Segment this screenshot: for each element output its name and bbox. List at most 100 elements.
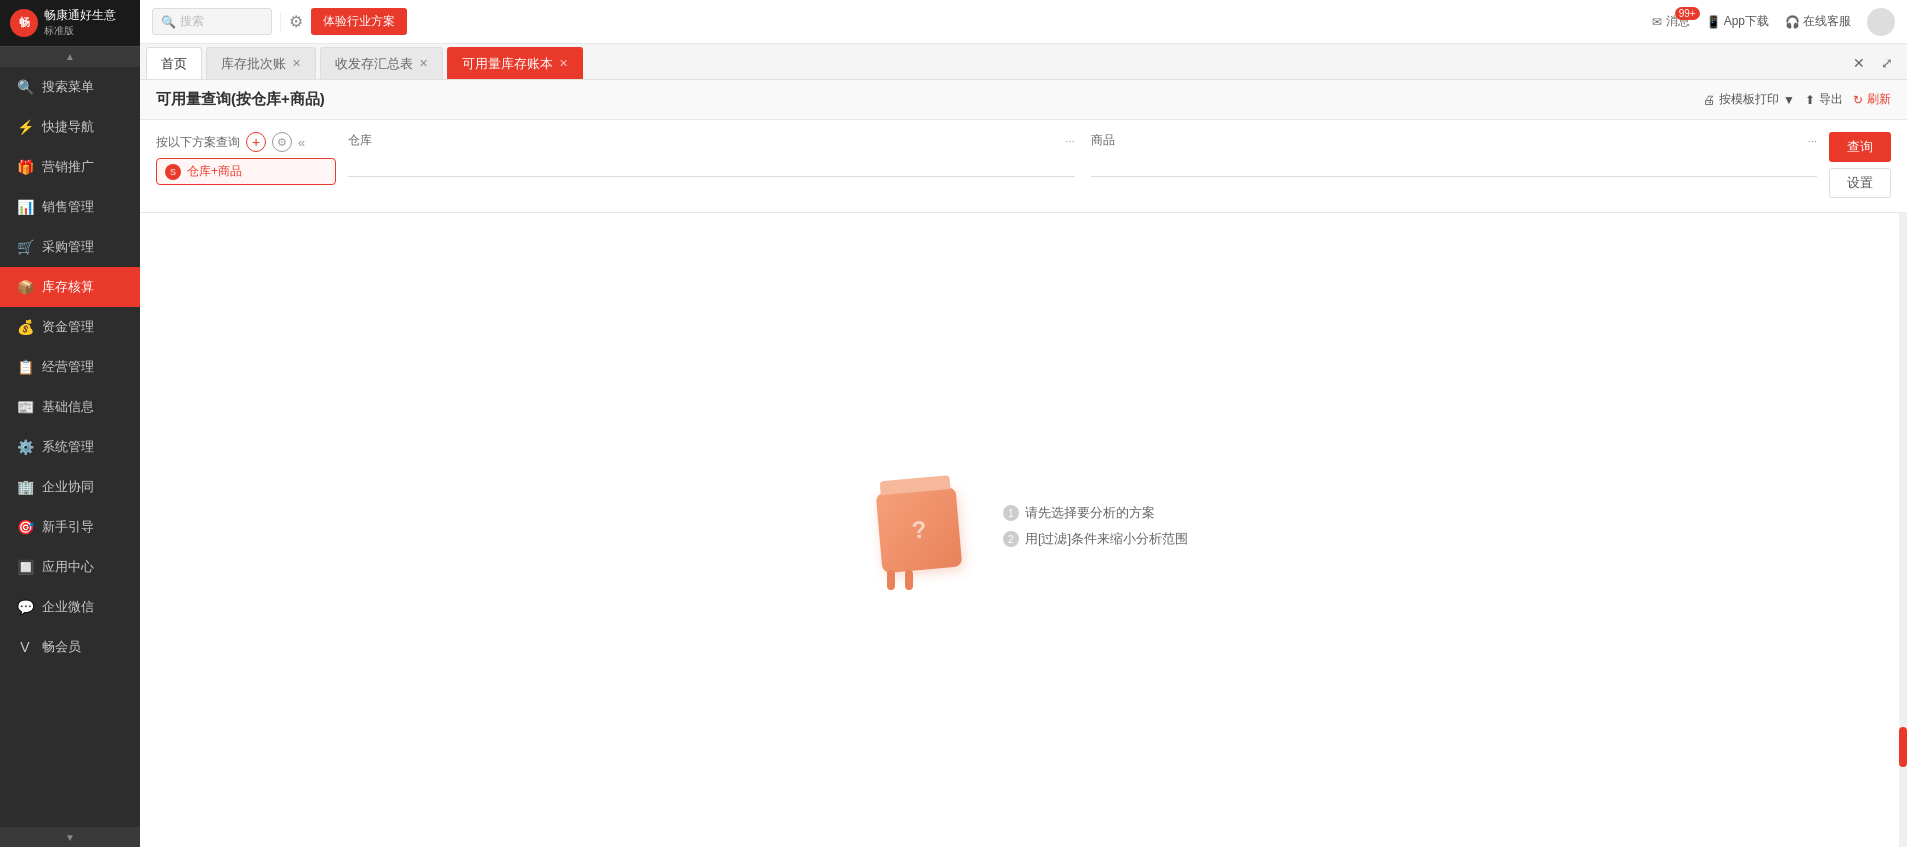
export-btn[interactable]: ⬆ 导出 <box>1805 91 1843 108</box>
topbar: 🔍 搜索 ⚙ 体验行业方案 ✉ 消息 99+ 📱 App下载 🎧 在线客服 <box>140 0 1907 44</box>
tab-available-ledger[interactable]: 可用量库存账本✕ <box>447 47 583 79</box>
sidebar-item-label: 营销推广 <box>42 158 94 176</box>
enterprise-icon: 🏢 <box>16 478 34 496</box>
sidebar-item-marketing-promo[interactable]: 🎁 营销推广 <box>0 147 140 187</box>
tab-close-icon[interactable]: ✕ <box>419 57 428 70</box>
sidebar-item-sales[interactable]: 📊 销售管理 <box>0 187 140 227</box>
scheme-settings-btn[interactable]: ⚙ <box>272 132 292 152</box>
filter-section-text: 按以下方案查询 <box>156 134 240 151</box>
tab-batch-account[interactable]: 库存批次账 ✕ <box>206 47 316 79</box>
operations-icon: 📋 <box>16 358 34 376</box>
filter-settings-btn[interactable]: 设置 <box>1829 168 1891 198</box>
search-placeholder: 搜索 <box>180 13 204 30</box>
step1-text: 请先选择要分析的方案 <box>1025 504 1155 522</box>
sidebar-item-label: 企业微信 <box>42 598 94 616</box>
scheme-label: 仓库+商品 <box>187 163 242 180</box>
filter-area: 按以下方案查询 + ⚙ « S 仓库+商品 仓库 ··· 商品 <box>140 120 1907 213</box>
tab-label: 首页 <box>161 55 187 73</box>
phone-icon: 📱 <box>1706 15 1721 29</box>
sidebar-item-purchase[interactable]: 🛒 采购管理 <box>0 227 140 267</box>
close-tab-icon[interactable]: ✕ <box>1847 51 1871 75</box>
leg-left <box>887 570 895 590</box>
filter-fields: 仓库 ··· 商品 ··· <box>348 132 1817 177</box>
sidebar-item-finance[interactable]: 💰 资金管理 <box>0 307 140 347</box>
message-btn[interactable]: ✉ 消息 99+ <box>1652 13 1690 30</box>
gear-icon[interactable]: ⚙ <box>289 12 303 31</box>
sidebar-item-operations[interactable]: 📋 经营管理 <box>0 347 140 387</box>
brand-version: 标准版 <box>44 24 116 38</box>
tab-receive-summary[interactable]: 收发存汇总表 ✕ <box>320 47 443 79</box>
print-icon: 🖨 <box>1703 93 1715 107</box>
sidebar-item-label: 资金管理 <box>42 318 94 336</box>
app-download-btn[interactable]: 📱 App下载 <box>1706 13 1769 30</box>
industry-btn[interactable]: 体验行业方案 <box>311 8 407 35</box>
sidebar-item-shortcut[interactable]: ⚡ 快捷导航 <box>0 107 140 147</box>
goods-field: 商品 ··· <box>1091 132 1818 177</box>
user-avatar[interactable] <box>1867 8 1895 36</box>
app-download-label: App下载 <box>1724 13 1769 30</box>
sidebar-header: 畅 畅康通好生意 标准版 <box>0 0 140 47</box>
sidebar-item-label: 搜索菜单 <box>42 78 94 96</box>
page-header-actions: 🖨 按模板打印 ▼ ⬆ 导出 ↻ 刷新 <box>1703 91 1891 108</box>
print-btn[interactable]: 🖨 按模板打印 ▼ <box>1703 91 1795 108</box>
sidebar-item-enterprise[interactable]: 🏢 企业协同 <box>0 467 140 507</box>
sidebar-item-wechat[interactable]: 💬 企业微信 <box>0 587 140 627</box>
scheme-item[interactable]: S 仓库+商品 <box>156 158 336 185</box>
filter-schemes: 按以下方案查询 + ⚙ « S 仓库+商品 <box>156 132 336 185</box>
empty-text: 1 请先选择要分析的方案 2 用[过滤]条件来缩小分析范围 <box>1003 504 1188 556</box>
sidebar-item-app-center[interactable]: 🔲 应用中心 <box>0 547 140 587</box>
step2-num: 2 <box>1003 531 1019 547</box>
sidebar-item-label: 基础信息 <box>42 398 94 416</box>
tab-close-icon[interactable]: ✕ <box>559 57 568 70</box>
search-icon: 🔍 <box>16 78 34 96</box>
collapse-btn[interactable]: « <box>298 135 305 150</box>
add-scheme-btn[interactable]: + <box>246 132 266 152</box>
tab-home[interactable]: 首页 <box>146 47 202 79</box>
topbar-search-box: 🔍 搜索 <box>152 8 272 35</box>
sidebar-item-inventory[interactable]: 📦 库存核算 <box>0 267 140 307</box>
sidebar-item-label: 经营管理 <box>42 358 94 376</box>
refresh-label: 刷新 <box>1867 91 1891 108</box>
sidebar-item-beginner[interactable]: 🎯 新手引导 <box>0 507 140 547</box>
side-scrollbar[interactable] <box>1899 213 1907 847</box>
headphone-icon: 🎧 <box>1785 15 1800 29</box>
expand-tab-icon[interactable]: ⤢ <box>1875 51 1899 75</box>
online-service-label: 在线客服 <box>1803 13 1851 30</box>
finance-icon: 💰 <box>16 318 34 336</box>
sidebar-item-label: 快捷导航 <box>42 118 94 136</box>
online-service-btn[interactable]: 🎧 在线客服 <box>1785 13 1851 30</box>
filter-section-label: 按以下方案查询 + ⚙ « <box>156 132 336 152</box>
empty-legs <box>887 570 913 590</box>
tab-label: 收发存汇总表 <box>335 55 413 73</box>
beginner-icon: 🎯 <box>16 518 34 536</box>
sidebar-item-base-info[interactable]: 📰 基础信息 <box>0 387 140 427</box>
tab-label: 库存批次账 <box>221 55 286 73</box>
filter-actions: 查询 设置 <box>1829 132 1891 198</box>
page-header: 可用量查询(按仓库+商品) 🖨 按模板打印 ▼ ⬆ 导出 ↻ 刷新 <box>140 80 1907 120</box>
scrollbar-thumb <box>1899 727 1907 767</box>
warehouse-more-btn[interactable]: ··· <box>1065 135 1074 147</box>
sidebar-scroll-up[interactable]: ▲ <box>0 47 140 67</box>
refresh-btn[interactable]: ↻ 刷新 <box>1853 91 1891 108</box>
brand-info: 畅康通好生意 标准版 <box>44 8 116 38</box>
step1-num: 1 <box>1003 505 1019 521</box>
topbar-right: ✉ 消息 99+ 📱 App下载 🎧 在线客服 <box>1652 8 1895 36</box>
sidebar-item-label: 企业协同 <box>42 478 94 496</box>
sidebar-item-system[interactable]: ⚙️ 系统管理 <box>0 427 140 467</box>
wechat-icon: 💬 <box>16 598 34 616</box>
export-label: 导出 <box>1819 91 1843 108</box>
goods-more-btn[interactable]: ··· <box>1808 135 1817 147</box>
sidebar-scroll-down[interactable]: ▼ <box>0 827 140 847</box>
step2-text: 用[过滤]条件来缩小分析范围 <box>1025 530 1188 548</box>
sidebar-item-label: 系统管理 <box>42 438 94 456</box>
shortcut-icon: ⚡ <box>16 118 34 136</box>
tab-close-icon[interactable]: ✕ <box>292 57 301 70</box>
sidebar-item-search[interactable]: 🔍 搜索菜单 <box>0 67 140 107</box>
goods-input[interactable] <box>1091 153 1818 177</box>
sidebar-item-label: 销售管理 <box>42 198 94 216</box>
query-btn[interactable]: 查询 <box>1829 132 1891 162</box>
sidebar-item-label: 新手引导 <box>42 518 94 536</box>
warehouse-input[interactable] <box>348 153 1075 177</box>
sidebar-item-member[interactable]: V 畅会员 <box>0 627 140 667</box>
export-icon: ⬆ <box>1805 93 1815 107</box>
